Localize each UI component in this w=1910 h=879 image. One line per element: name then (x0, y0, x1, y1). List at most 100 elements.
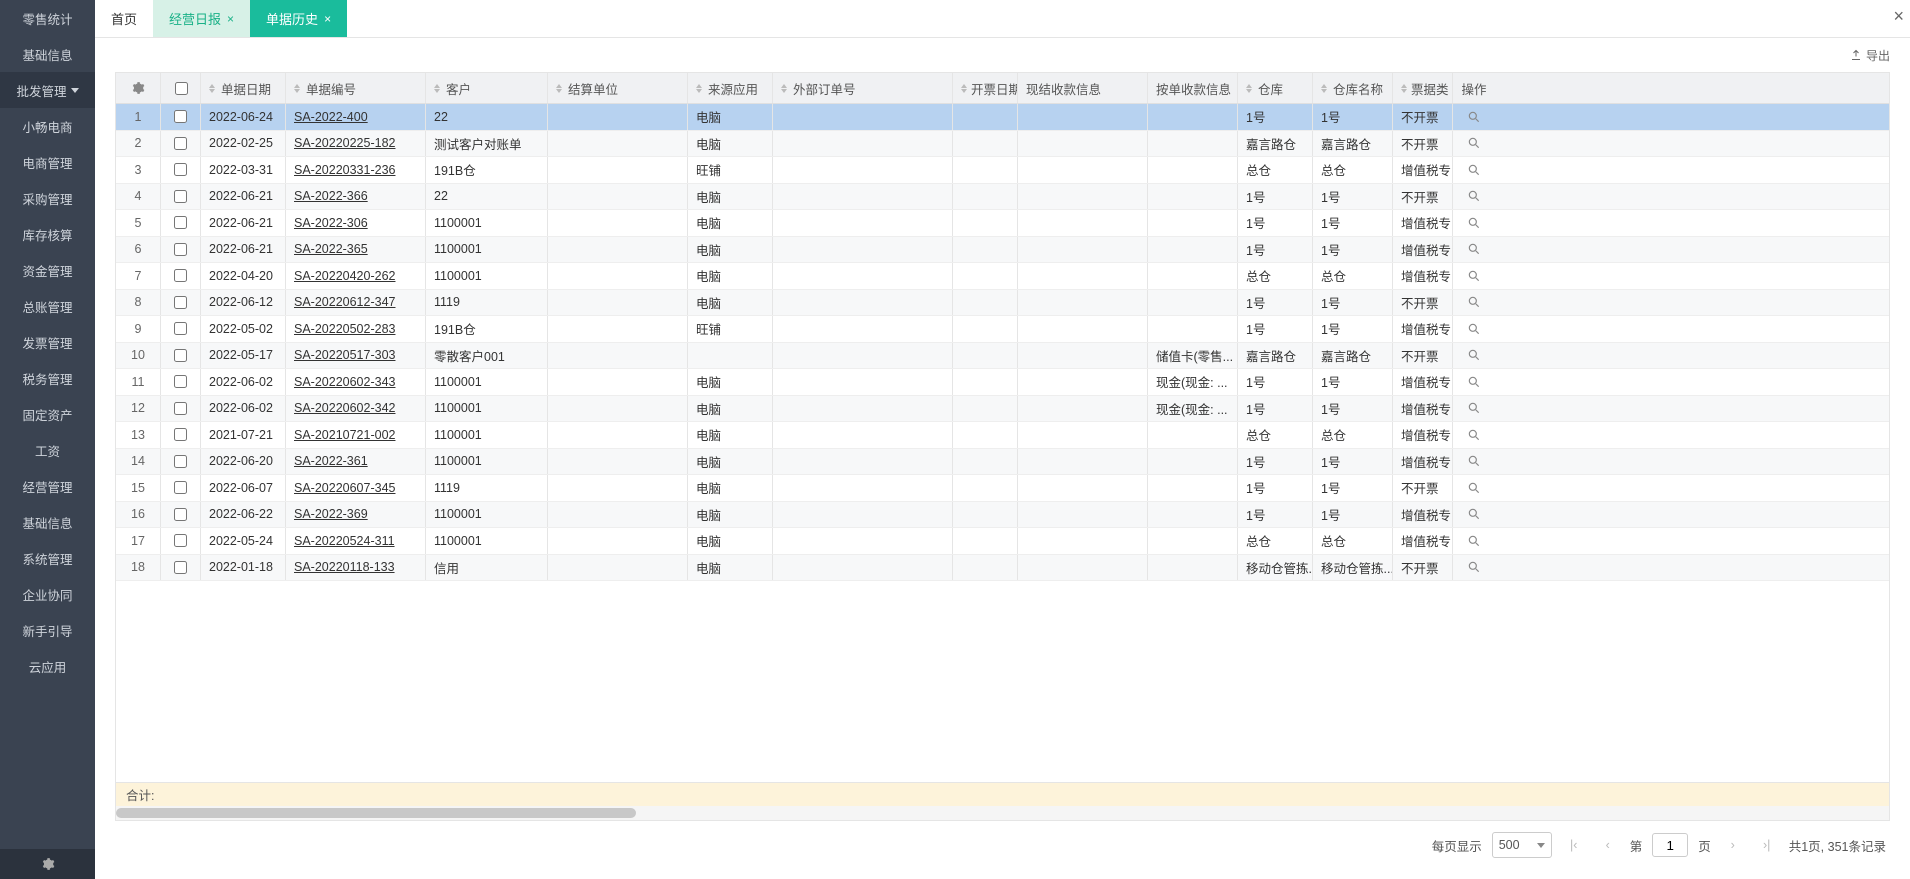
tab-0[interactable]: 首页 (95, 0, 153, 37)
doc-no-link[interactable]: SA-20220517-303 (294, 348, 395, 362)
row-checkbox[interactable] (174, 375, 187, 388)
magnifier-icon[interactable] (1467, 295, 1481, 309)
horizontal-scrollbar[interactable] (116, 806, 1889, 820)
doc-no-link[interactable]: SA-20220225-182 (294, 136, 395, 150)
magnifier-icon[interactable] (1467, 163, 1481, 177)
doc-no-link[interactable]: SA-2022-366 (294, 189, 368, 203)
scrollbar-thumb[interactable] (116, 808, 636, 818)
prev-page-button[interactable]: ‹ (1596, 833, 1620, 857)
next-page-button[interactable]: › (1721, 833, 1745, 857)
col-cash[interactable]: 现结收款信息 (1018, 73, 1148, 103)
table-row[interactable]: 82022-06-12SA-20220612-3471119电脑1号1号不开票 (116, 290, 1889, 317)
magnifier-icon[interactable] (1467, 560, 1481, 574)
row-checkbox[interactable] (174, 110, 187, 123)
col-ext-order[interactable]: 外部订单号 (773, 73, 953, 103)
row-checkbox[interactable] (174, 216, 187, 229)
magnifier-icon[interactable] (1467, 428, 1481, 442)
row-checkbox[interactable] (174, 402, 187, 415)
select-all-checkbox[interactable] (175, 82, 188, 95)
sidebar-item-16[interactable]: 企业协同 (0, 576, 95, 612)
sidebar-settings[interactable] (0, 849, 95, 879)
last-page-button[interactable]: ›| (1755, 833, 1779, 857)
doc-no-link[interactable]: SA-2022-361 (294, 454, 368, 468)
col-invoice-type[interactable]: 票据类 (1393, 73, 1453, 103)
table-row[interactable]: 42022-06-21SA-2022-36622电脑1号1号不开票 (116, 184, 1889, 211)
magnifier-icon[interactable] (1467, 401, 1481, 415)
doc-no-link[interactable]: SA-20220602-342 (294, 401, 395, 415)
magnifier-icon[interactable] (1467, 348, 1481, 362)
table-row[interactable]: 102022-05-17SA-20220517-303零散客户001储值卡(零售… (116, 343, 1889, 370)
col-warehouse-name[interactable]: 仓库名称 (1313, 73, 1393, 103)
magnifier-icon[interactable] (1467, 216, 1481, 230)
magnifier-icon[interactable] (1467, 242, 1481, 256)
doc-no-link[interactable]: SA-2022-400 (294, 110, 368, 124)
table-row[interactable]: 52022-06-21SA-2022-3061100001电脑1号1号增值税专 (116, 210, 1889, 237)
row-checkbox[interactable] (174, 534, 187, 547)
close-icon[interactable]: × (227, 13, 234, 25)
table-row[interactable]: 142022-06-20SA-2022-3611100001电脑1号1号增值税专 (116, 449, 1889, 476)
sidebar-item-8[interactable]: 总账管理 (0, 288, 95, 324)
per-page-select[interactable]: 500 (1492, 832, 1552, 858)
row-checkbox[interactable] (174, 137, 187, 150)
doc-no-link[interactable]: SA-20210721-002 (294, 428, 395, 442)
row-checkbox[interactable] (174, 190, 187, 203)
table-row[interactable]: 92022-05-02SA-20220502-283191B仓旺铺1号1号增值税… (116, 316, 1889, 343)
magnifier-icon[interactable] (1467, 454, 1481, 468)
row-checkbox[interactable] (174, 561, 187, 574)
row-checkbox[interactable] (174, 455, 187, 468)
magnifier-icon[interactable] (1467, 269, 1481, 283)
magnifier-icon[interactable] (1467, 189, 1481, 203)
col-no[interactable]: 单据编号 (286, 73, 426, 103)
table-row[interactable]: 22022-02-25SA-20220225-182测试客户对账单电脑嘉言路仓嘉… (116, 131, 1889, 158)
table-row[interactable]: 62022-06-21SA-2022-3651100001电脑1号1号增值税专 (116, 237, 1889, 264)
sidebar-item-11[interactable]: 固定资产 (0, 396, 95, 432)
close-icon[interactable]: × (324, 13, 331, 25)
row-checkbox[interactable] (174, 296, 187, 309)
magnifier-icon[interactable] (1467, 322, 1481, 336)
doc-no-link[interactable]: SA-20220607-345 (294, 481, 395, 495)
magnifier-icon[interactable] (1467, 110, 1481, 124)
doc-no-link[interactable]: SA-20220502-283 (294, 322, 395, 336)
doc-no-link[interactable]: SA-2022-365 (294, 242, 368, 256)
table-row[interactable]: 122022-06-02SA-20220602-3421100001电脑现金(现… (116, 396, 1889, 423)
sidebar-item-9[interactable]: 发票管理 (0, 324, 95, 360)
row-checkbox[interactable] (174, 481, 187, 494)
sidebar-item-18[interactable]: 云应用 (0, 648, 95, 684)
table-row[interactable]: 72022-04-20SA-20220420-2621100001电脑总仓总仓增… (116, 263, 1889, 290)
doc-no-link[interactable]: SA-20220420-262 (294, 269, 395, 283)
magnifier-icon[interactable] (1467, 136, 1481, 150)
sidebar-item-10[interactable]: 税务管理 (0, 360, 95, 396)
sidebar-item-5[interactable]: 采购管理 (0, 180, 95, 216)
row-checkbox[interactable] (174, 508, 187, 521)
table-row[interactable]: 182022-01-18SA-20220118-133信用电脑移动仓管拣...移… (116, 555, 1889, 582)
doc-no-link[interactable]: SA-20220331-236 (294, 163, 395, 177)
magnifier-icon[interactable] (1467, 481, 1481, 495)
col-select-all[interactable] (161, 73, 201, 103)
doc-no-link[interactable]: SA-20220524-311 (294, 534, 395, 548)
table-row[interactable]: 132021-07-21SA-20210721-0021100001电脑总仓总仓… (116, 422, 1889, 449)
sidebar-item-1[interactable]: 基础信息 (0, 36, 95, 72)
row-checkbox[interactable] (174, 243, 187, 256)
doc-no-link[interactable]: SA-2022-306 (294, 216, 368, 230)
doc-no-link[interactable]: SA-20220118-133 (294, 560, 395, 574)
col-warehouse[interactable]: 仓库 (1238, 73, 1313, 103)
tab-2[interactable]: 单据历史× (250, 0, 347, 37)
col-invoice-date[interactable]: 开票日期 (953, 73, 1018, 103)
col-bill[interactable]: 按单收款信息 (1148, 73, 1238, 103)
sidebar-item-17[interactable]: 新手引导 (0, 612, 95, 648)
table-row[interactable]: 12022-06-24SA-2022-40022电脑1号1号不开票 (116, 104, 1889, 131)
row-checkbox[interactable] (174, 163, 187, 176)
col-customer[interactable]: 客户 (426, 73, 548, 103)
tab-1[interactable]: 经营日报× (153, 0, 250, 37)
table-row[interactable]: 32022-03-31SA-20220331-236191B仓旺铺总仓总仓增值税… (116, 157, 1889, 184)
magnifier-icon[interactable] (1467, 534, 1481, 548)
sidebar-item-7[interactable]: 资金管理 (0, 252, 95, 288)
col-gear[interactable] (116, 73, 161, 103)
doc-no-link[interactable]: SA-20220602-343 (294, 375, 395, 389)
col-date[interactable]: 单据日期 (201, 73, 286, 103)
sidebar-item-6[interactable]: 库存核算 (0, 216, 95, 252)
magnifier-icon[interactable] (1467, 375, 1481, 389)
export-button[interactable]: 导出 (1850, 47, 1890, 64)
sidebar-item-12[interactable]: 工资 (0, 432, 95, 468)
sidebar-item-4[interactable]: 电商管理 (0, 144, 95, 180)
